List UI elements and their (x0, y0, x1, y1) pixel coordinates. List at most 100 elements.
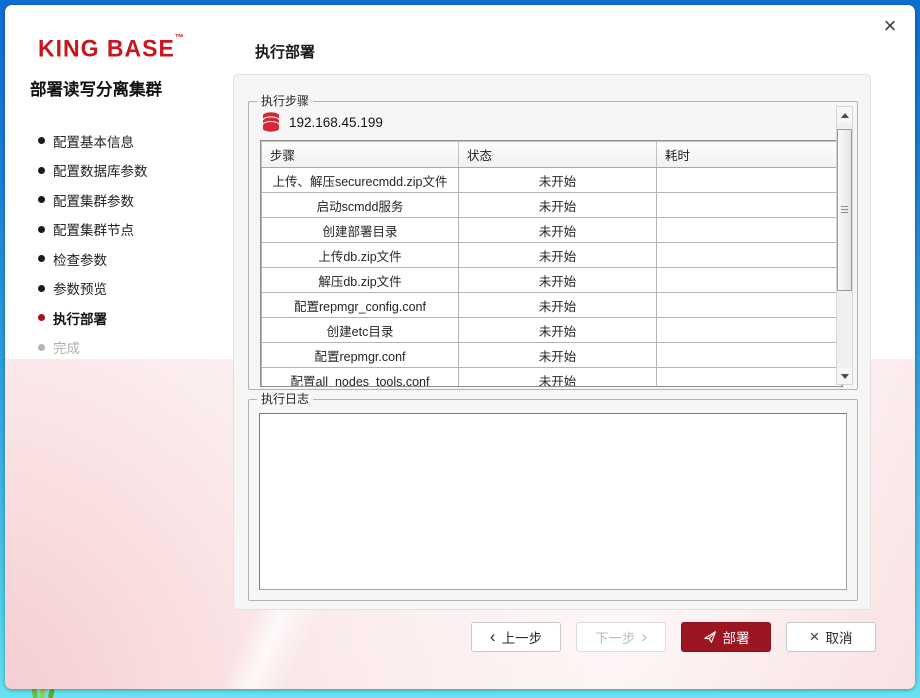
host-row: 192.168.45.199 (262, 112, 383, 132)
table-row[interactable]: 配置all_nodes_tools.conf 未开始 (261, 367, 842, 386)
close-button[interactable]: × (877, 13, 903, 39)
sidebar-step-item: 完成 (30, 333, 235, 363)
x-icon: × (809, 626, 820, 646)
execution-steps-groupbox: 执行步骤 192.168.45.199 步骤 状态 耗时 上传、解压securecm… (248, 94, 858, 390)
sidebar-step-item: 参数预览 (30, 274, 235, 304)
cell-elapsed (656, 167, 842, 193)
column-header: 耗时 (656, 141, 842, 168)
steps-table-viewport: 步骤 状态 耗时 上传、解压securecmdd.zip文件 未开始 启动scmdd服务… (260, 140, 843, 387)
steps-table-head-row: 步骤 状态 耗时 (261, 141, 842, 168)
cell-status: 未开始 (458, 167, 657, 193)
cell-status: 未开始 (458, 267, 657, 293)
sidebar-step-item: 执行部署 (30, 303, 235, 333)
wizard-title: 部署读写分离集群 (30, 81, 162, 99)
chevron-left-icon: ‹ (489, 626, 496, 646)
triangle-up-icon (840, 112, 849, 118)
host-ip: 192.168.45.199 (289, 114, 383, 130)
next-button[interactable]: 下一步 › (576, 622, 666, 652)
scroll-down-button[interactable] (837, 368, 852, 384)
logo-text: KING BASE (38, 34, 175, 62)
table-row[interactable]: 解压db.zip文件 未开始 (261, 267, 842, 293)
cell-elapsed (656, 267, 842, 293)
cell-step: 创建部署目录 (261, 217, 459, 243)
vertical-scrollbar[interactable] (836, 106, 853, 385)
step-label: 配置基本信息 (53, 134, 134, 150)
cell-step: 配置repmgr.conf (261, 342, 459, 368)
step-label: 检查参数 (53, 252, 107, 268)
step-bullet-icon (38, 196, 45, 204)
cell-status: 未开始 (458, 242, 657, 268)
step-bullet-icon (38, 225, 45, 233)
triangle-down-icon (840, 373, 849, 379)
step-bullet-icon (38, 137, 45, 145)
execution-log-label: 执行日志 (257, 392, 314, 406)
sidebar-steps: 配置基本信息配置数据库参数配置集群参数 配置集群节点 检查参数参数预览执行部署完成 (30, 126, 235, 362)
step-bullet-icon (38, 343, 45, 351)
cell-elapsed (656, 367, 842, 386)
deploy-button-label: 部署 (722, 631, 750, 646)
cell-elapsed (656, 192, 842, 218)
step-bullet-icon (38, 166, 45, 174)
cell-step: 配置all_nodes_tools.conf (261, 367, 459, 386)
table-row[interactable]: 配置repmgr_config.conf 未开始 (261, 292, 842, 318)
execution-log-textarea[interactable] (259, 413, 847, 590)
step-bullet-icon (38, 255, 45, 263)
table-row[interactable]: 启动scmdd服务 未开始 (261, 192, 842, 218)
cell-elapsed (656, 217, 842, 243)
cell-status: 未开始 (458, 292, 657, 318)
kingbase-logo: KING BASE™ (30, 32, 235, 62)
scroll-up-button[interactable] (837, 107, 852, 123)
step-label: 配置集群节点 (53, 223, 134, 239)
wizard-window: × KING BASE™ 部署读写分离集群 配置基本信息配置数据库参数配置集群参… (5, 5, 915, 689)
step-label: 参数预览 (53, 282, 107, 298)
table-row[interactable]: 上传db.zip文件 未开始 (261, 242, 842, 268)
cell-elapsed (656, 242, 842, 268)
cancel-button-label: 取消 (825, 631, 853, 646)
scrollbar-thumb[interactable] (837, 129, 852, 291)
cell-status: 未开始 (458, 192, 657, 218)
cell-status: 未开始 (458, 217, 657, 243)
scrollbar-grip-icon (841, 206, 848, 215)
sidebar-step-item: 配置数据库参数 (30, 156, 235, 186)
cancel-button[interactable]: × 取消 (786, 622, 876, 652)
next-button-label: 下一步 (594, 631, 636, 646)
table-row[interactable]: 配置repmgr.conf 未开始 (261, 342, 842, 368)
cell-elapsed (656, 342, 842, 368)
execution-log-groupbox: 执行日志 (248, 392, 858, 601)
sidebar: KING BASE™ 部署读写分离集群 配置基本信息配置数据库参数配置集群参数配… (30, 32, 235, 362)
column-header: 状态 (458, 141, 657, 168)
cell-step: 解压db.zip文件 (261, 267, 459, 293)
cell-status: 未开始 (458, 367, 657, 386)
step-label: 完成 (53, 341, 80, 357)
page-title: 执行部署 (255, 44, 316, 61)
cell-status: 未开始 (458, 342, 657, 368)
execution-steps-label: 执行步骤 (257, 94, 314, 108)
step-bullet-icon (38, 284, 45, 292)
chevron-right-icon: › (641, 626, 648, 646)
step-label: 配置集群参数 (53, 193, 134, 209)
cell-step: 配置repmgr_config.conf (261, 292, 459, 318)
cell-step: 上传db.zip文件 (261, 242, 459, 268)
table-row[interactable]: 创建etc目录 未开始 (261, 317, 842, 343)
database-icon (262, 112, 280, 132)
steps-table-body: 上传、解压securecmdd.zip文件 未开始 启动scmdd服务 未开始 创建部署… (261, 167, 842, 386)
table-row[interactable]: 创建部署目录 未开始 (261, 217, 842, 243)
trademark-symbol: ™ (174, 32, 185, 43)
column-header: 步骤 (261, 141, 459, 168)
steps-table: 步骤 状态 耗时 上传、解压securecmdd.zip文件 未开始 启动scmdd服务… (261, 141, 842, 386)
sidebar-step-item: 配置基本信息 (30, 126, 235, 156)
table-row[interactable]: 上传、解压securecmdd.zip文件 未开始 (261, 167, 842, 193)
sidebar-step-item: 配置集群节点 (30, 215, 235, 245)
cell-step: 创建etc目录 (261, 317, 459, 343)
sidebar-step-item: 配置集群参数 (30, 185, 235, 215)
sidebar-step-item: 检查参数 (30, 244, 235, 274)
content-panel: 执行步骤 192.168.45.199 步骤 状态 耗时 上传、解压securecm… (233, 74, 871, 610)
cell-status: 未开始 (458, 317, 657, 343)
cell-step: 上传、解压securecmdd.zip文件 (261, 167, 459, 193)
previous-button-label: 上一步 (501, 631, 543, 646)
deploy-button[interactable]: 部署 (681, 622, 771, 652)
send-plane-icon (703, 631, 716, 643)
cell-elapsed (656, 317, 842, 343)
previous-button[interactable]: ‹ 上一步 (471, 622, 561, 652)
step-label: 执行部署 (53, 311, 107, 327)
